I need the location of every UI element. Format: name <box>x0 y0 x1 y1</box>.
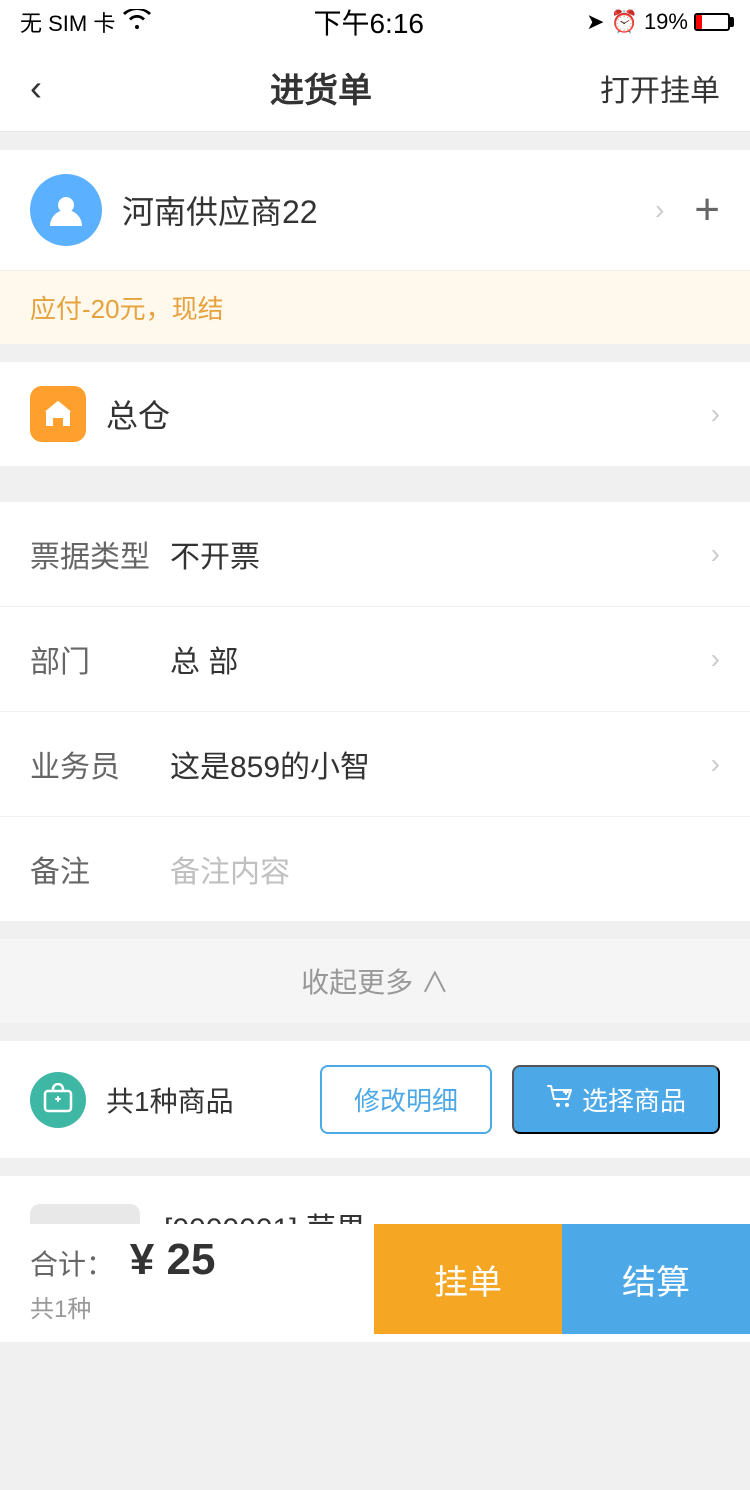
product-count: 共1种商品 <box>106 1080 300 1120</box>
settle-button[interactable]: 结算 <box>562 1224 750 1334</box>
total-row: 合计： ¥ 25 <box>30 1235 344 1285</box>
status-carrier: 无 SIM 卡 <box>20 6 151 38</box>
cart-icon <box>546 1084 574 1115</box>
supplier-avatar <box>30 174 102 246</box>
bottom-bar: 合计： ¥ 25 共1种 挂单 结算 <box>0 1224 750 1334</box>
invoice-type-value: 不开票 <box>170 532 711 576</box>
divider-3 <box>0 1023 750 1041</box>
bottom-spacer <box>0 1360 750 1490</box>
supplier-section: 河南供应商22 › + 应付-20元，现结 <box>0 150 750 344</box>
department-value: 总 部 <box>170 637 711 681</box>
supplier-notice: 应付-20元，现结 <box>0 271 750 344</box>
page-title: 进货单 <box>270 63 372 112</box>
divider-1 <box>0 132 750 150</box>
warehouse-name: 总仓 <box>106 391 711 437</box>
invoice-type-label: 票据类型 <box>30 532 170 576</box>
total-count: 共1种 <box>30 1289 344 1324</box>
back-button[interactable]: ‹ <box>30 67 42 109</box>
product-header: 共1种商品 修改明细 选择商品 <box>0 1041 750 1158</box>
department-row[interactable]: 部门 总 部 › <box>0 607 750 712</box>
salesperson-chevron-icon: › <box>711 748 720 780</box>
hang-button[interactable]: 挂单 <box>374 1224 562 1334</box>
total-amount: ¥ 25 <box>130 1235 216 1284</box>
supplier-row[interactable]: 河南供应商22 › + <box>0 150 750 271</box>
alarm-icon: ⏰ <box>611 9 638 35</box>
remark-row[interactable]: 备注 备注内容 <box>0 817 750 921</box>
settle-label: 结算 <box>622 1255 690 1304</box>
warehouse-row[interactable]: 总仓 › <box>0 362 750 466</box>
salesperson-row[interactable]: 业务员 这是859的小智 › <box>0 712 750 817</box>
total-area: 合计： ¥ 25 共1种 <box>0 1235 374 1324</box>
department-label: 部门 <box>30 637 170 681</box>
hang-label: 挂单 <box>434 1255 502 1304</box>
edit-detail-button[interactable]: 修改明细 <box>320 1065 492 1134</box>
total-label: 合计： <box>30 1249 114 1280</box>
add-supplier-button[interactable]: + <box>694 188 720 232</box>
select-product-label: 选择商品 <box>582 1081 686 1118</box>
status-bar: 无 SIM 卡 下午6:16 ➤ ⏰ 19% <box>0 0 750 44</box>
warehouse-chevron-icon: › <box>711 398 720 430</box>
warehouse-section: 总仓 › <box>0 362 750 466</box>
invoice-type-row[interactable]: 票据类型 不开票 › <box>0 502 750 607</box>
warehouse-icon <box>30 386 86 442</box>
supplier-chevron-icon: › <box>655 194 664 226</box>
salesperson-value: 这是859的小智 <box>170 742 711 786</box>
form-section: 票据类型 不开票 › 部门 总 部 › 业务员 这是859的小智 › 备注 备注… <box>0 502 750 921</box>
department-chevron-icon: › <box>711 643 720 675</box>
collapse-bar[interactable]: 收起更多 ∧ <box>0 939 750 1023</box>
nav-bar: ‹ 进货单 打开挂单 <box>0 44 750 132</box>
carrier-text: 无 SIM 卡 <box>20 6 115 38</box>
remark-label: 备注 <box>30 847 170 891</box>
status-right: ➤ ⏰ 19% <box>586 9 730 35</box>
remark-input[interactable]: 备注内容 <box>170 847 720 891</box>
supplier-name: 河南供应商22 <box>122 187 655 233</box>
invoice-chevron-icon: › <box>711 538 720 570</box>
battery-icon <box>694 13 730 31</box>
salesperson-label: 业务员 <box>30 742 170 786</box>
product-icon <box>30 1072 86 1128</box>
divider-2 <box>0 484 750 502</box>
select-product-button[interactable]: 选择商品 <box>512 1065 720 1134</box>
location-icon: ➤ <box>586 9 604 35</box>
status-time: 下午6:16 <box>313 2 424 42</box>
open-pending-button[interactable]: 打开挂单 <box>600 66 720 110</box>
wifi-icon <box>123 9 151 35</box>
battery-text: 19% <box>644 9 688 35</box>
